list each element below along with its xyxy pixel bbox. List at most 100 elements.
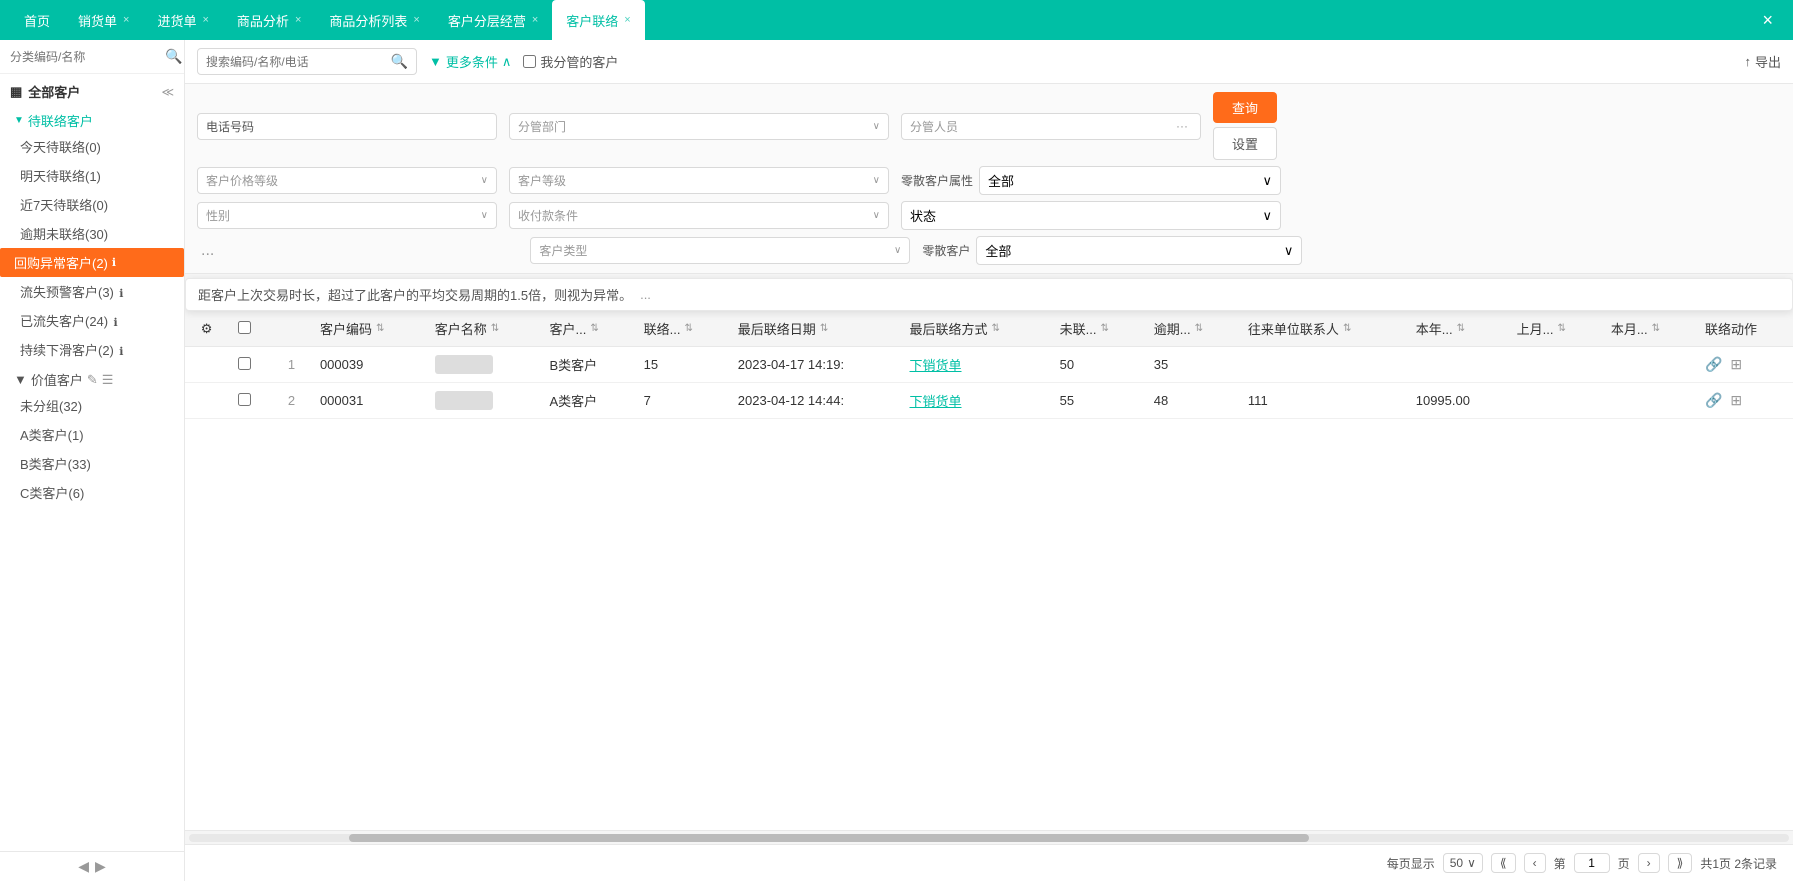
close-sales-order-icon[interactable]: × — [123, 14, 129, 26]
search-input[interactable] — [206, 55, 391, 69]
sidebar-item-churned[interactable]: 已流失客户(24) ℹ — [0, 306, 184, 335]
col-this-month[interactable]: 本月... ⇅ — [1601, 311, 1695, 347]
close-purchase-order-icon[interactable]: × — [202, 14, 208, 26]
col-overdue[interactable]: 逾期... ⇅ — [1144, 311, 1238, 347]
per-page-select[interactable]: 50 ∨ — [1443, 853, 1483, 873]
uncontacted-sort-icon[interactable]: ⇅ — [1100, 323, 1108, 334]
value-group-edit-icon[interactable]: ✎ — [87, 372, 98, 388]
retail-customer-select[interactable]: 全部 ∨ — [976, 236, 1302, 265]
sidebar-item-a-class[interactable]: A类客户(1) — [0, 420, 184, 449]
table-row: 2 000031 ██ A类客户 7 2023-04-12 14:44: 下销货… — [185, 383, 1793, 419]
sidebar-search-icon[interactable]: 🔍 — [165, 48, 182, 65]
declining-info-icon: ℹ — [119, 346, 123, 358]
next-page-button[interactable]: › — [1638, 853, 1660, 873]
page-number-input[interactable] — [1574, 853, 1610, 873]
unit-contact-sort-icon[interactable]: ⇅ — [1343, 323, 1351, 334]
row2-last-contact-method[interactable]: 下销货单 — [900, 383, 1050, 419]
col-last-month[interactable]: 上月... ⇅ — [1507, 311, 1601, 347]
nav-purchase-order[interactable]: 进货单 × — [143, 0, 222, 40]
nav-home[interactable]: 首页 — [10, 0, 64, 40]
sidebar-search-input[interactable] — [10, 50, 165, 64]
prev-page-button[interactable]: ‹ — [1524, 853, 1546, 873]
more-conditions-button[interactable]: ▼ 更多条件 ∧ — [429, 52, 511, 71]
person-ellipsis[interactable]: ··· — [1172, 119, 1192, 133]
col-this-year[interactable]: 本年... ⇅ — [1406, 311, 1507, 347]
horizontal-scrollbar[interactable] — [185, 830, 1793, 844]
close-product-analysis-icon[interactable]: × — [295, 14, 301, 26]
contact-sort-icon[interactable]: ⇅ — [685, 323, 693, 334]
value-group-settings-icon[interactable]: ☰ — [102, 372, 114, 388]
last-page-button[interactable]: ⟫ — [1668, 853, 1693, 873]
close-customer-tier-icon[interactable]: × — [532, 14, 538, 26]
col-contact[interactable]: 联络... ⇅ — [634, 311, 728, 347]
nav-product-analysis-list[interactable]: 商品分析列表 × — [315, 0, 433, 40]
col-name[interactable]: 客户名称 ⇅ — [425, 311, 540, 347]
last-contact-date-sort-icon[interactable]: ⇅ — [820, 323, 828, 334]
this-month-sort-icon[interactable]: ⇅ — [1652, 323, 1660, 334]
export-button[interactable]: ↑ 导出 — [1744, 52, 1781, 71]
sidebar-item-rebuy-anomaly[interactable]: 回购异常客户(2) ℹ — [0, 248, 184, 277]
phone-input[interactable] — [260, 119, 488, 133]
more-filter-dots[interactable]: ... — [197, 242, 218, 260]
row1-grid-icon[interactable]: ⊞ — [1730, 356, 1742, 373]
col-category[interactable]: 客户... ⇅ — [540, 311, 634, 347]
nav-customer-contact[interactable]: 客户联络 × — [552, 0, 644, 40]
col-last-contact-method[interactable]: 最后联络方式 ⇅ — [900, 311, 1050, 347]
category-sort-icon[interactable]: ⇅ — [590, 323, 598, 334]
pending-group-title[interactable]: ▼ 待联络客户 — [0, 105, 184, 132]
row1-link-icon[interactable]: 🔗 — [1705, 356, 1722, 373]
tooltip-dots[interactable]: ... — [640, 287, 651, 302]
nav-product-analysis[interactable]: 商品分析 × — [223, 0, 315, 40]
row2-grid-icon[interactable]: ⊞ — [1730, 392, 1742, 409]
retail-attr-select[interactable]: 全部 ∨ — [979, 166, 1281, 195]
close-product-analysis-list-icon[interactable]: × — [413, 14, 419, 26]
col-code[interactable]: 客户编码 ⇅ — [310, 311, 425, 347]
person-select[interactable]: 分管人员 ··· — [901, 113, 1201, 140]
my-customer-checkbox[interactable] — [523, 55, 536, 68]
sidebar-item-tomorrow-pending[interactable]: 明天待联络(1) — [0, 161, 184, 190]
dept-select[interactable]: 分管部门 ∨ — [509, 113, 889, 140]
close-customer-contact-icon[interactable]: × — [624, 14, 630, 26]
sidebar-item-7day-pending[interactable]: 近7天待联络(0) — [0, 190, 184, 219]
status-select[interactable]: 状态 ∨ — [901, 201, 1281, 230]
sidebar-collapse-icon[interactable]: ≪ — [161, 85, 174, 99]
row1-last-contact-method[interactable]: 下销货单 — [900, 347, 1050, 383]
col-unit-contact[interactable]: 往来单位联系人 ⇅ — [1238, 311, 1406, 347]
row2-select-checkbox[interactable] — [238, 393, 251, 406]
select-all-checkbox[interactable] — [238, 321, 251, 334]
sidebar-right-arrow[interactable]: ▶ — [95, 858, 106, 875]
sidebar-item-ungroup[interactable]: 未分组(32) — [0, 391, 184, 420]
nav-sales-order[interactable]: 销货单 × — [64, 0, 143, 40]
nav-customer-tier[interactable]: 客户分层经营 × — [434, 0, 552, 40]
query-button[interactable]: 查询 — [1213, 92, 1277, 123]
last-contact-method-sort-icon[interactable]: ⇅ — [992, 323, 1000, 334]
row1-select-checkbox[interactable] — [238, 357, 251, 370]
filter-bar: 🔍 ▼ 更多条件 ∧ 我分管的客户 ↑ 导出 — [185, 40, 1793, 84]
col-last-contact-date[interactable]: 最后联络日期 ⇅ — [728, 311, 900, 347]
sidebar-item-declining[interactable]: 持续下滑客户(2) ℹ — [0, 335, 184, 364]
col-gear[interactable]: ⚙ — [185, 311, 228, 347]
row2-link-icon[interactable]: 🔗 — [1705, 392, 1722, 409]
customer-type-select[interactable]: 客户类型 ∨ — [530, 237, 910, 264]
search-icon[interactable]: 🔍 — [391, 53, 408, 70]
sidebar-left-arrow[interactable]: ◀ — [78, 858, 89, 875]
sidebar-item-today-pending[interactable]: 今天待联络(0) — [0, 132, 184, 161]
name-sort-icon[interactable]: ⇅ — [491, 323, 499, 334]
payment-select[interactable]: 收付款条件 ∨ — [509, 202, 889, 229]
code-sort-icon[interactable]: ⇅ — [376, 323, 384, 334]
price-level-select[interactable]: 客户价格等级 ∨ — [197, 167, 497, 194]
sidebar-item-c-class[interactable]: C类客户(6) — [0, 478, 184, 507]
scroll-thumb[interactable] — [349, 834, 1309, 842]
this-year-sort-icon[interactable]: ⇅ — [1457, 323, 1465, 334]
gender-select[interactable]: 性别 ∨ — [197, 202, 497, 229]
overdue-sort-icon[interactable]: ⇅ — [1195, 323, 1203, 334]
sidebar-item-overdue-pending[interactable]: 逾期未联络(30) — [0, 219, 184, 248]
sidebar-item-b-class[interactable]: B类客户(33) — [0, 449, 184, 478]
col-uncontacted[interactable]: 未联... ⇅ — [1050, 311, 1144, 347]
last-month-sort-icon[interactable]: ⇅ — [1558, 323, 1566, 334]
sidebar-item-churn-warning[interactable]: 流失预警客户(3) ℹ — [0, 277, 184, 306]
close-all-button[interactable]: × — [1752, 10, 1783, 31]
settings-button[interactable]: 设置 — [1213, 127, 1277, 160]
customer-level-select[interactable]: 客户等级 ∨ — [509, 167, 889, 194]
first-page-button[interactable]: ⟪ — [1491, 853, 1516, 873]
